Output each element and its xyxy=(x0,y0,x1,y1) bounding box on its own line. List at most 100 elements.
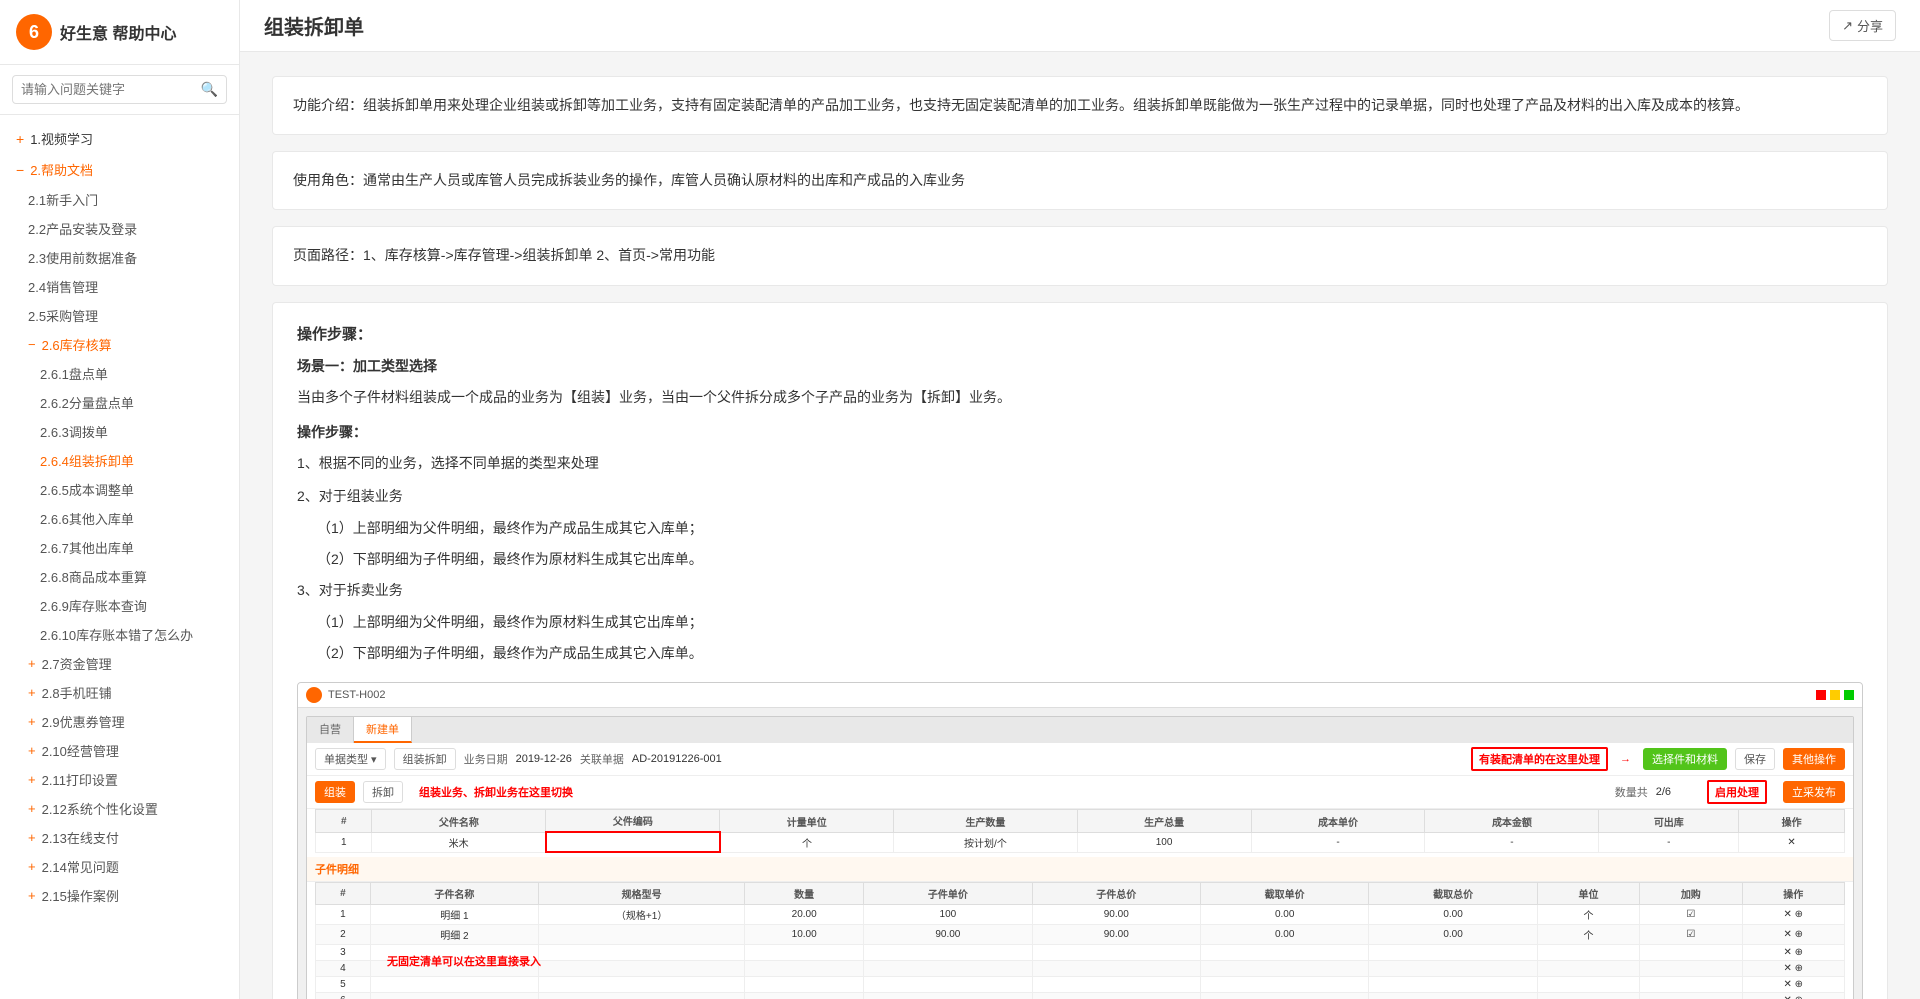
plus-icon-2-7: + xyxy=(28,656,36,671)
step-2: 2、对于组装业务 xyxy=(297,483,1863,510)
nav-item-2-9[interactable]: + 2.9优惠券管理 xyxy=(0,707,239,736)
mock-btn-action[interactable]: 组装拆卸 xyxy=(394,748,456,770)
mock-lower-row-1: 1 明细 1 （规格+1） 20.00 100 90.00 0.00 0.00 xyxy=(316,905,1845,925)
mock-th-available: 可出库 xyxy=(1599,810,1739,833)
nav-item-2-6-6[interactable]: 2.6.6其他入库单 xyxy=(0,504,239,533)
mock-close-area xyxy=(1816,690,1854,700)
step-3-1: （1）上部明细为父件明细，最终作为原材料生成其它出库单； xyxy=(317,609,1863,636)
topbar: 组装拆卸单 ↗ 分享 xyxy=(240,0,1920,52)
mock-annotation-5: 无固定清单可以在这里直接录入 xyxy=(387,953,541,969)
nav-section-label-s1: 1.视频学习 xyxy=(30,129,93,148)
mock-lower-row-3: 3 xyxy=(316,945,1845,961)
intro-block-2: 使用角色：通常由生产人员或库管人员完成拆装业务的操作，库管人员确认原材料的出库和… xyxy=(272,151,1888,210)
nav-item-2-6-9[interactable]: 2.6.9库存账本查询 xyxy=(0,591,239,620)
mock-tab-bar: 自营 新建单 xyxy=(307,717,1853,743)
step2-sublist: （1）上部明细为父件明细，最终作为产成品生成其它入库单； （2）下部明细为子件明… xyxy=(297,515,1863,572)
nav-item-2-15[interactable]: + 2.15操作案例 xyxy=(0,881,239,910)
mock-btn-disassemble[interactable]: 拆卸 xyxy=(363,781,403,803)
mock-lower-area: 子件明细 # 子件名称 规格型号 数量 xyxy=(307,857,1853,999)
mock-tab-neworder[interactable]: 新建单 xyxy=(354,717,412,743)
plus-icon-2-14: + xyxy=(28,859,36,874)
mock-field-assoc-value: AD-20191226-001 xyxy=(632,753,722,765)
expand-icon-s1: + xyxy=(16,131,24,147)
content-area: 功能介绍：组装拆卸单用来处理企业组装或拆卸等加工业务，支持有固定装配清单的产品加… xyxy=(240,52,1920,999)
nav-item-2-6-8[interactable]: 2.6.8商品成本重算 xyxy=(0,562,239,591)
mock-btn-select[interactable]: 选择件和材料 xyxy=(1643,748,1727,770)
step-2-1: （1）上部明细为父件明细，最终作为产成品生成其它入库单； xyxy=(317,515,1863,542)
step-3-2: （2）下部明细为子件明细，最终作为产成品生成其它入库单。 xyxy=(317,640,1863,667)
nav-item-2-7[interactable]: + 2.7资金管理 xyxy=(0,649,239,678)
nav-item-label-2-9: 2.9优惠券管理 xyxy=(42,712,125,731)
path-block: 页面路径：1、库存核算->库存管理->组装拆卸单 2、首页->常用功能 xyxy=(272,226,1888,285)
intro-block-1: 功能介绍：组装拆卸单用来处理企业组装或拆卸等加工业务，支持有固定装配清单的产品加… xyxy=(272,76,1888,135)
steps-list: 1、根据不同的业务，选择不同单据的类型来处理 2、对于组装业务 （1）上部明细为… xyxy=(297,450,1863,666)
nav-item-label-2-6-3: 2.6.3调拨单 xyxy=(40,425,108,440)
nav-item-2-6-7[interactable]: 2.6.7其他出库单 xyxy=(0,533,239,562)
nav-section-video[interactable]: + 1.视频学习 xyxy=(0,123,239,154)
mock-btn-other[interactable]: 其他操作 xyxy=(1783,748,1845,770)
mock-th-parent-code: 父件编码 xyxy=(546,810,720,833)
intro-text-2: 使用角色：通常由生产人员或库管人员完成拆装业务的操作，库管人员确认原材料的出库和… xyxy=(293,168,1867,193)
share-label: 分享 xyxy=(1857,16,1883,35)
nav-item-2-10[interactable]: + 2.10经营管理 xyxy=(0,736,239,765)
scene1-title: 场景一：加工类型选择 xyxy=(297,356,1863,376)
mock-lower-table: # 子件名称 规格型号 数量 子件单价 子件总价 截取单价 截取总价 单位 xyxy=(315,882,1845,999)
mock-th-cost-amount: 成本金额 xyxy=(1425,810,1599,833)
mock-inner: 自营 新建单 单据类型 ▾ 组装拆卸 业务日期 2019-12-26 关联单据 … xyxy=(306,716,1854,999)
mock-lower-row-2: 2 明细 2 10.00 90.00 90.00 0.00 0.00 个 xyxy=(316,925,1845,945)
mock-section-header: 子件明细 xyxy=(307,857,1853,882)
nav-item-2-5[interactable]: 2.5采购管理 xyxy=(0,301,239,330)
nav-item-2-12[interactable]: + 2.12系统个性化设置 xyxy=(0,794,239,823)
nav-item-label-2-12: 2.12系统个性化设置 xyxy=(42,799,158,818)
mock-th-total-qty: 生产总量 xyxy=(1077,810,1251,833)
mock-tab-ziying[interactable]: 自营 xyxy=(307,717,354,743)
mock-btn-enable[interactable]: 立采发布 xyxy=(1783,781,1845,803)
nav-item-2-2[interactable]: 2.2产品安装及登录 xyxy=(0,214,239,243)
nav-item-2-6-3[interactable]: 2.6.3调拨单 xyxy=(0,417,239,446)
nav-item-2-6-4[interactable]: 2.6.4组装拆卸单 xyxy=(0,446,239,475)
mock-field-qty-label: 数量共 xyxy=(1615,784,1648,800)
mock-btn-save[interactable]: 保存 xyxy=(1735,748,1775,770)
search-icon[interactable]: 🔍 xyxy=(201,81,218,98)
ops-steps-title: 操作步骤： xyxy=(297,422,1863,442)
nav-section-docs[interactable]: − 2.帮助文档 xyxy=(0,154,239,185)
nav-item-2-8[interactable]: + 2.8手机旺铺 xyxy=(0,678,239,707)
page-title: 组装拆卸单 xyxy=(264,11,364,40)
sidebar: 6 好生意 帮助中心 🔍 + 1.视频学习 − 2.帮助文档 2.1新手入门 2… xyxy=(0,0,240,999)
share-button[interactable]: ↗ 分享 xyxy=(1829,10,1896,41)
mock-lower-table-wrap: # 子件名称 规格型号 数量 子件单价 子件总价 截取单价 截取总价 单位 xyxy=(307,882,1853,999)
nav-item-2-13[interactable]: + 2.13在线支付 xyxy=(0,823,239,852)
nav-item-label-2-15: 2.15操作案例 xyxy=(42,886,119,905)
nav-item-2-1[interactable]: 2.1新手入门 xyxy=(0,185,239,214)
nav-item-2-6-2[interactable]: 2.6.2分量盘点单 xyxy=(0,388,239,417)
nav-item-2-4[interactable]: 2.4销售管理 xyxy=(0,272,239,301)
ops-section: 操作步骤： 场景一：加工类型选择 当由多个子件材料组装成一个成品的业务为【组装】… xyxy=(272,302,1888,999)
logo-icon: 6 xyxy=(16,14,52,50)
nav-item-2-6-5[interactable]: 2.6.5成本调整单 xyxy=(0,475,239,504)
mock-field-assoc-label: 关联单据 xyxy=(580,751,624,767)
search-box: 🔍 xyxy=(12,75,227,104)
nav-item-label-2-13: 2.13在线支付 xyxy=(42,828,119,847)
step-2-2: （2）下部明细为子件明细，最终作为原材料生成其它出库单。 xyxy=(317,546,1863,573)
mock-annotation-1: 有装配清单的在这里处理 xyxy=(1471,747,1608,771)
nav-item-2-6-1[interactable]: 2.6.1盘点单 xyxy=(0,359,239,388)
mock-annotation-3: 组装业务、拆卸业务在这里切换 xyxy=(419,784,573,800)
mock-logo xyxy=(306,687,322,703)
nav-item-2-14[interactable]: + 2.14常见问题 xyxy=(0,852,239,881)
nav-item-label-2-6-10: 2.6.10库存账本错了怎么办 xyxy=(40,628,193,643)
plus-icon-2-9: + xyxy=(28,714,36,729)
mock-btn-type[interactable]: 单据类型 ▾ xyxy=(315,748,386,770)
nav-item-label-2-14: 2.14常见问题 xyxy=(42,857,119,876)
mock-row-1: 1 米木 个 按计划/个 100 - - - ✕ xyxy=(316,832,1845,852)
nav-item-2-3[interactable]: 2.3使用前数据准备 xyxy=(0,243,239,272)
mock-field-row-1: 组装 拆卸 组装业务、拆卸业务在这里切换 数量共 2/6 启用处理 立采发布 xyxy=(307,776,1853,809)
nav-item-2-6-10[interactable]: 2.6.10库存账本错了怎么办 xyxy=(0,620,239,649)
path-text: 页面路径：1、库存核算->库存管理->组装拆卸单 2、首页->常用功能 xyxy=(293,243,1867,268)
nav-item-2-11[interactable]: + 2.11打印设置 xyxy=(0,765,239,794)
search-input[interactable] xyxy=(21,82,201,97)
nav-item-label-2-6-1: 2.6.1盘点单 xyxy=(40,367,108,382)
nav-item-2-6[interactable]: − 2.6库存核算 xyxy=(0,330,239,359)
mock-btn-assemble[interactable]: 组装 xyxy=(315,781,355,803)
mock-th-num: # xyxy=(316,810,372,833)
main-area: 组装拆卸单 ↗ 分享 功能介绍：组装拆卸单用来处理企业组装或拆卸等加工业务，支持… xyxy=(240,0,1920,999)
